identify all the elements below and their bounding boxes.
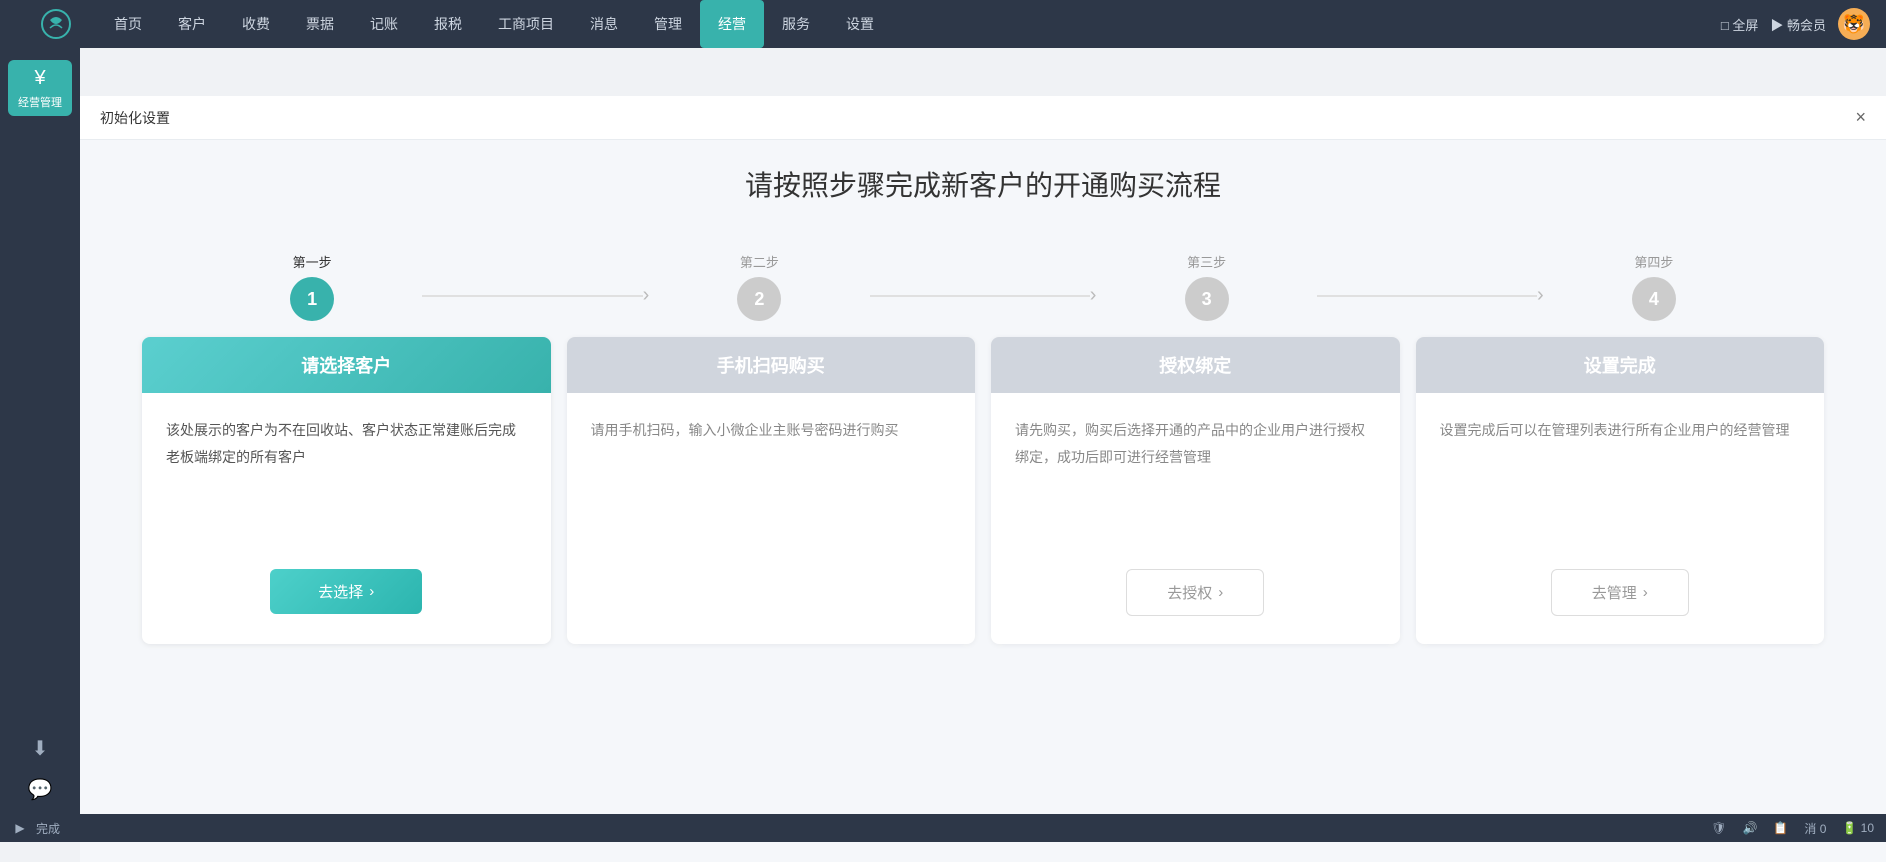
nav-customer[interactable]: 客户 [160, 0, 224, 48]
step-4-header: 第四步 4 [1544, 252, 1764, 321]
sidebar-download-icon[interactable]: ⬇ [32, 736, 49, 761]
nav-settings[interactable]: 设置 [828, 0, 892, 48]
nav-account[interactable]: 记账 [352, 0, 416, 48]
card-4-desc: 设置完成后可以在管理列表进行所有企业用户的经营管理 [1440, 417, 1801, 444]
sidebar-bottom: ⬇ 💬 [28, 736, 53, 814]
card-3-btn-arrow: › [1218, 584, 1223, 601]
status-bar-right: 🛡 🔊 📋 消 0 🔋 10 [1711, 820, 1874, 837]
close-button[interactable]: × [1855, 107, 1866, 128]
arrow-3: › [1537, 284, 1544, 307]
cards-row: 请选择客户 该处展示的客户为不在回收站、客户状态正常建账后完成老板端绑定的所有客… [142, 337, 1824, 644]
card-3-header: 授权绑定 [991, 337, 1400, 393]
card-1-header: 请选择客户 [142, 337, 551, 393]
nav-tax[interactable]: 报税 [416, 0, 480, 48]
nav-business[interactable]: 工商项目 [480, 0, 572, 48]
step-1-header: 第一步 1 [202, 252, 422, 321]
card-4-action-btn: 去管理 › [1551, 569, 1689, 616]
logo-icon [40, 8, 72, 40]
steps-row: 第一步 1 › 第二步 2 › [142, 252, 1824, 321]
sidebar-item-operation[interactable]: ¥ 经营管理 [8, 60, 72, 116]
step-2-label: 第二步 [740, 252, 779, 271]
operation-icon: ¥ [34, 67, 45, 90]
card-4-title: 设置完成 [1584, 352, 1656, 378]
arrow-2: › [1090, 284, 1097, 307]
fullscreen-btn[interactable]: □ 全屏 [1721, 15, 1758, 34]
content-body: 请按照步骤完成新客户的开通购买流程 第一步 1 › 第二步 [80, 140, 1886, 668]
card-3-footer: 去授权 › [991, 553, 1400, 644]
battery-icon: 🔋 10 [1842, 821, 1874, 835]
card-1: 请选择客户 该处展示的客户为不在回收站、客户状态正常建账后完成老板端绑定的所有客… [142, 337, 551, 644]
card-3-desc: 请先购买，购买后选择开通的产品中的企业用户进行授权绑定，成功后即可进行经营管理 [1015, 417, 1376, 470]
connector-2 [870, 295, 1090, 297]
card-4: 设置完成 设置完成后可以在管理列表进行所有企业用户的经营管理 去管理 › [1416, 337, 1825, 644]
sidebar-item-label: 经营管理 [18, 94, 62, 110]
user-avatar[interactable]: 🐯 [1838, 8, 1870, 40]
nav-operation[interactable]: 经营 [700, 0, 764, 48]
card-2-desc: 请用手机扫码，输入小微企业主账号密码进行购买 [591, 417, 952, 444]
sidebar-support-icon[interactable]: 💬 [28, 777, 53, 802]
member-btn[interactable]: ▶ 畅会员 [1770, 15, 1826, 34]
card-3-title: 授权绑定 [1159, 352, 1231, 378]
shield-icon: 🛡 [1711, 821, 1726, 835]
card-2-footer [567, 553, 976, 597]
nav-items: 首页 客户 收费 票据 记账 报税 工商项目 消息 管理 经营 服务 设置 [96, 0, 1721, 48]
card-2-header: 手机扫码购买 [567, 337, 976, 393]
card-2: 手机扫码购买 请用手机扫码，输入小微企业主账号密码进行购买 [567, 337, 976, 644]
step-2-circle: 2 [737, 277, 781, 321]
message-count: 消 0 [1804, 820, 1826, 837]
nav-service[interactable]: 服务 [764, 0, 828, 48]
nav-invoice[interactable]: 票据 [288, 0, 352, 48]
card-1-footer: 去选择 › [142, 553, 551, 642]
sidebar: ¥ 经营管理 ⬇ 💬 [0, 48, 80, 814]
arrow-1: › [643, 284, 650, 307]
card-1-body: 该处展示的客户为不在回收站、客户状态正常建账后完成老板端绑定的所有客户 [142, 393, 551, 553]
flow-container: 第一步 1 › 第二步 2 › [112, 252, 1854, 644]
step-4-circle: 4 [1632, 277, 1676, 321]
card-2-body: 请用手机扫码，输入小微企业主账号密码进行购买 [567, 393, 976, 553]
page-header: 初始化设置 × [80, 96, 1886, 140]
step-2-header: 第二步 2 [649, 252, 869, 321]
step-3-label: 第三步 [1187, 252, 1226, 271]
volume-icon: 🔊 [1742, 821, 1757, 835]
play-button[interactable]: ▶ [12, 820, 28, 836]
card-3-body: 请先购买，购买后选择开通的产品中的企业用户进行授权绑定，成功后即可进行经营管理 [991, 393, 1400, 553]
card-4-body: 设置完成后可以在管理列表进行所有企业用户的经营管理 [1416, 393, 1825, 553]
main-heading: 请按照步骤完成新客户的开通购买流程 [112, 164, 1854, 204]
status-text: 完成 [36, 820, 60, 837]
nav-manage[interactable]: 管理 [636, 0, 700, 48]
card-1-title: 请选择客户 [301, 352, 391, 378]
step-3-header: 第三步 3 [1096, 252, 1316, 321]
card-1-desc: 该处展示的客户为不在回收站、客户状态正常建账后完成老板端绑定的所有客户 [166, 417, 527, 470]
logo-area [16, 8, 96, 40]
top-navigation: 首页 客户 收费 票据 记账 报税 工商项目 消息 管理 经营 服务 设置 □ … [0, 0, 1886, 48]
card-3: 授权绑定 请先购买，购买后选择开通的产品中的企业用户进行授权绑定，成功后即可进行… [991, 337, 1400, 644]
step-1-label: 第一步 [293, 252, 332, 271]
card-4-header: 设置完成 [1416, 337, 1825, 393]
card-2-title: 手机扫码购买 [717, 352, 825, 378]
nav-home[interactable]: 首页 [96, 0, 160, 48]
nav-message[interactable]: 消息 [572, 0, 636, 48]
step-4-label: 第四步 [1634, 252, 1673, 271]
connector-1 [422, 295, 642, 297]
page-title: 初始化设置 [100, 108, 170, 128]
status-bar: ▶ 完成 🛡 🔊 📋 消 0 🔋 10 [0, 814, 1886, 842]
card-4-footer: 去管理 › [1416, 553, 1825, 644]
card-3-action-btn: 去授权 › [1126, 569, 1264, 616]
step-3-circle: 3 [1185, 277, 1229, 321]
step-1-circle: 1 [290, 277, 334, 321]
connector-3 [1317, 295, 1537, 297]
card-1-action-btn[interactable]: 去选择 › [270, 569, 422, 614]
clipboard-icon: 📋 [1773, 821, 1788, 835]
main-area: 初始化设置 × 请按照步骤完成新客户的开通购买流程 第一步 1 › [80, 96, 1886, 862]
card-1-btn-arrow: › [369, 583, 374, 600]
card-4-btn-arrow: › [1643, 584, 1648, 601]
nav-billing[interactable]: 收费 [224, 0, 288, 48]
nav-right-area: □ 全屏 ▶ 畅会员 🐯 [1721, 8, 1870, 40]
